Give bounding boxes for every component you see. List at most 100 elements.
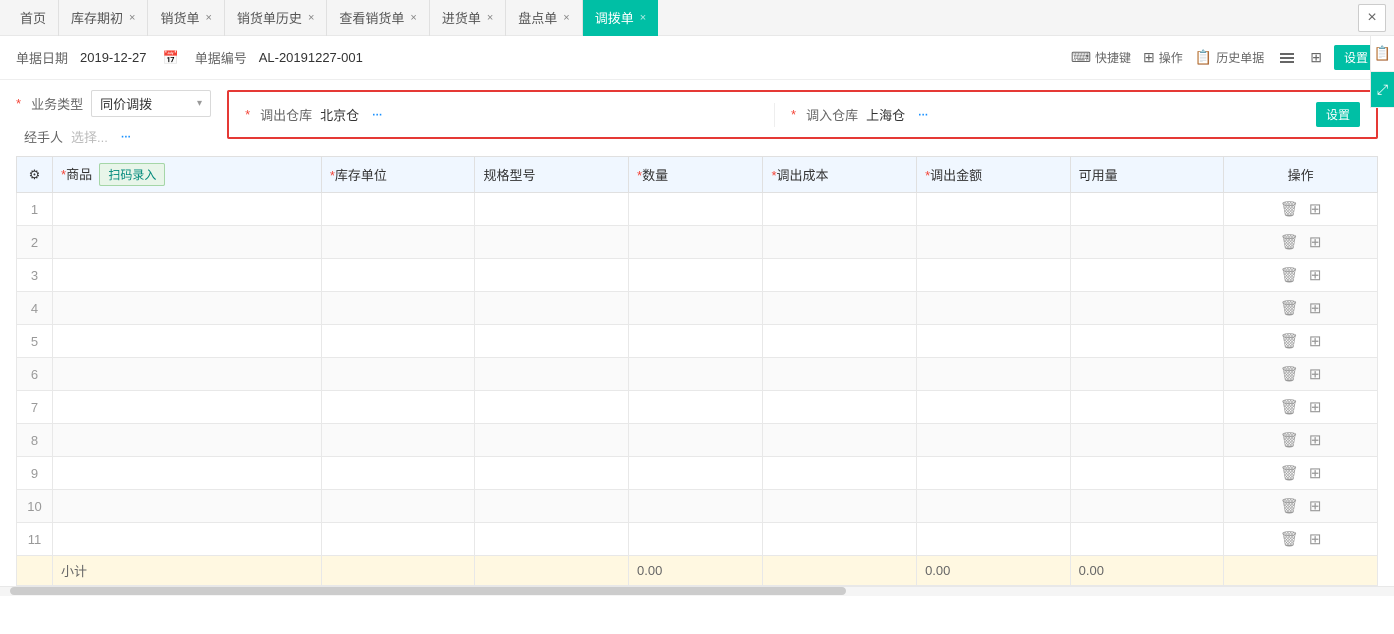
warehouse-in-label: 调入仓库 <box>806 105 858 124</box>
date-value: 2019-12-27 <box>80 50 147 65</box>
col-gear[interactable]: ⚙ <box>17 157 53 193</box>
form-left: * 业务类型 同价调拨 ▾ 经手人 选择... ··· <box>16 90 211 146</box>
delete-row-button[interactable]: 🗑 <box>1278 396 1301 418</box>
product-cell[interactable] <box>53 193 322 226</box>
gear-icon[interactable]: ⚙ <box>29 167 41 182</box>
close-window-button[interactable]: × <box>1358 4 1386 32</box>
lines-icon[interactable] <box>1276 49 1298 67</box>
delete-row-button[interactable]: 🗑 <box>1278 330 1301 352</box>
warehouse-out-more-icon[interactable]: ··· <box>371 106 381 124</box>
delete-row-button[interactable]: 🗑 <box>1278 528 1301 550</box>
scan-button[interactable]: 扫码录入 <box>99 163 165 186</box>
close-tab-purchase[interactable]: × <box>487 12 493 24</box>
delete-row-button[interactable]: 🗑 <box>1278 363 1301 385</box>
sidebar-doc-icon[interactable]: 📋 <box>1371 36 1394 72</box>
copy-row-button[interactable]: ⊞ <box>1307 330 1324 352</box>
subtotal-amount: 0.00 <box>917 556 1071 586</box>
col-op-header: 操作 <box>1224 157 1378 193</box>
table-row: 7 🗑⊞ <box>17 391 1378 424</box>
subtotal-avail: 0.00 <box>1070 556 1224 586</box>
tab-view-sales[interactable]: 查看销货单 × <box>327 0 429 36</box>
copy-row-button[interactable]: ⊞ <box>1307 363 1324 385</box>
right-sidebar: 📋 ⤢ <box>1370 36 1394 108</box>
table-row: 11 🗑⊞ <box>17 523 1378 556</box>
table-row: 10 🗑⊞ <box>17 490 1378 523</box>
copy-row-button[interactable]: ⊞ <box>1307 198 1324 220</box>
handler-input[interactable]: 选择... <box>71 127 108 146</box>
close-tab-transfer[interactable]: × <box>640 12 646 24</box>
col-amount-header: *调出金额 <box>917 157 1071 193</box>
business-type-label: 业务类型 <box>31 94 83 113</box>
warehouse-in-more-icon[interactable]: ··· <box>917 106 927 124</box>
warehouse-settings-button[interactable]: 设置 <box>1316 102 1360 127</box>
warehouse-out-field: * 调出仓库 北京仓 ··· <box>245 105 758 124</box>
copy-row-button[interactable]: ⊞ <box>1307 297 1324 319</box>
col-product-header: *商品 扫码录入 <box>53 157 322 193</box>
handler-more-icon[interactable]: ··· <box>120 128 130 146</box>
table-row: 9 🗑⊞ <box>17 457 1378 490</box>
business-type-field: * 业务类型 同价调拨 ▾ <box>16 90 211 117</box>
table-row: 3 🗑⊞ <box>17 259 1378 292</box>
operations-action[interactable]: ⊞ 操作 <box>1143 49 1183 66</box>
delete-row-button[interactable]: 🗑 <box>1278 231 1301 253</box>
avail-cell <box>1070 193 1224 226</box>
tab-purchase[interactable]: 进货单 × <box>430 0 506 36</box>
operations-icon: ⊞ <box>1143 49 1155 66</box>
tab-sales-history[interactable]: 销货单历史 × <box>225 0 327 36</box>
data-table-wrapper: ⚙ *商品 扫码录入 *库存单位 规格型号 *数量 *调出成本 <box>0 156 1394 586</box>
shortcuts-action[interactable]: ⌨ 快捷键 <box>1071 49 1131 66</box>
close-tab-sales[interactable]: × <box>205 12 211 24</box>
delete-row-button[interactable]: 🗑 <box>1278 198 1301 220</box>
amount-cell[interactable] <box>917 193 1071 226</box>
history-action[interactable]: 📋 历史单据 <box>1195 49 1264 66</box>
docno-value: AL-20191227-001 <box>259 50 363 65</box>
delete-row-button[interactable]: 🗑 <box>1278 297 1301 319</box>
copy-row-button[interactable]: ⊞ <box>1307 231 1324 253</box>
tab-inventory-init[interactable]: 库存期初 × <box>59 0 148 36</box>
unit-cell[interactable] <box>321 193 475 226</box>
close-tab-inventory[interactable]: × <box>129 12 135 24</box>
sidebar-expand-icon[interactable]: ⤢ <box>1371 72 1394 108</box>
close-tab-stocktake[interactable]: × <box>563 12 569 24</box>
warehouse-out-value: 北京仓 <box>320 105 359 124</box>
table-row: 2 🗑⊞ <box>17 226 1378 259</box>
scrollbar-thumb[interactable] <box>10 587 846 595</box>
copy-row-button[interactable]: ⊞ <box>1307 264 1324 286</box>
close-tab-history[interactable]: × <box>308 12 314 24</box>
table-row: 8 🗑⊞ <box>17 424 1378 457</box>
shortcuts-icon: ⌨ <box>1071 49 1091 66</box>
row-num: 1 <box>17 193 53 226</box>
calendar-icon[interactable]: 📅 <box>163 50 179 66</box>
delete-row-button[interactable]: 🗑 <box>1278 429 1301 451</box>
warehouse-in-field: * 调入仓库 上海仓 ··· <box>791 105 1304 124</box>
date-label: 单据日期 <box>16 48 68 67</box>
tab-sales-order[interactable]: 销货单 × <box>148 0 224 36</box>
warehouse-form-box: * 调出仓库 北京仓 ··· * 调入仓库 上海仓 ··· 设置 <box>227 90 1378 139</box>
delete-row-button[interactable]: 🗑 <box>1278 264 1301 286</box>
table-row: 1 🗑 ⊞ <box>17 193 1378 226</box>
copy-row-button[interactable]: ⊞ <box>1307 429 1324 451</box>
cost-cell[interactable] <box>763 193 917 226</box>
qty-cell[interactable] <box>629 193 763 226</box>
col-qty-header: *数量 <box>629 157 763 193</box>
tab-stocktake[interactable]: 盘点单 × <box>506 0 582 36</box>
spec-cell[interactable] <box>475 193 629 226</box>
grid-view-icon[interactable]: ⊞ <box>1310 49 1322 66</box>
delete-row-button[interactable]: 🗑 <box>1278 495 1301 517</box>
business-type-value: 同价调拨 <box>100 94 152 113</box>
delete-row-button[interactable]: 🗑 <box>1278 462 1301 484</box>
dropdown-arrow-icon: ▾ <box>197 98 202 109</box>
horizontal-scrollbar[interactable] <box>0 586 1394 596</box>
business-type-select[interactable]: 同价调拨 ▾ <box>91 90 211 117</box>
col-spec-header: 规格型号 <box>475 157 629 193</box>
close-tab-view-sales[interactable]: × <box>410 12 416 24</box>
copy-row-button[interactable]: ⊞ <box>1307 396 1324 418</box>
copy-row-button[interactable]: ⊞ <box>1307 495 1324 517</box>
table-row: 5 🗑⊞ <box>17 325 1378 358</box>
copy-row-button[interactable]: ⊞ <box>1307 462 1324 484</box>
toolbar: 单据日期 2019-12-27 📅 单据编号 AL-20191227-001 ⌨… <box>0 36 1394 80</box>
copy-row-button[interactable]: ⊞ <box>1307 528 1324 550</box>
table-row: 4 🗑⊞ <box>17 292 1378 325</box>
tab-home[interactable]: 首页 <box>8 0 59 36</box>
tab-transfer[interactable]: 调拨单 × <box>583 0 658 36</box>
